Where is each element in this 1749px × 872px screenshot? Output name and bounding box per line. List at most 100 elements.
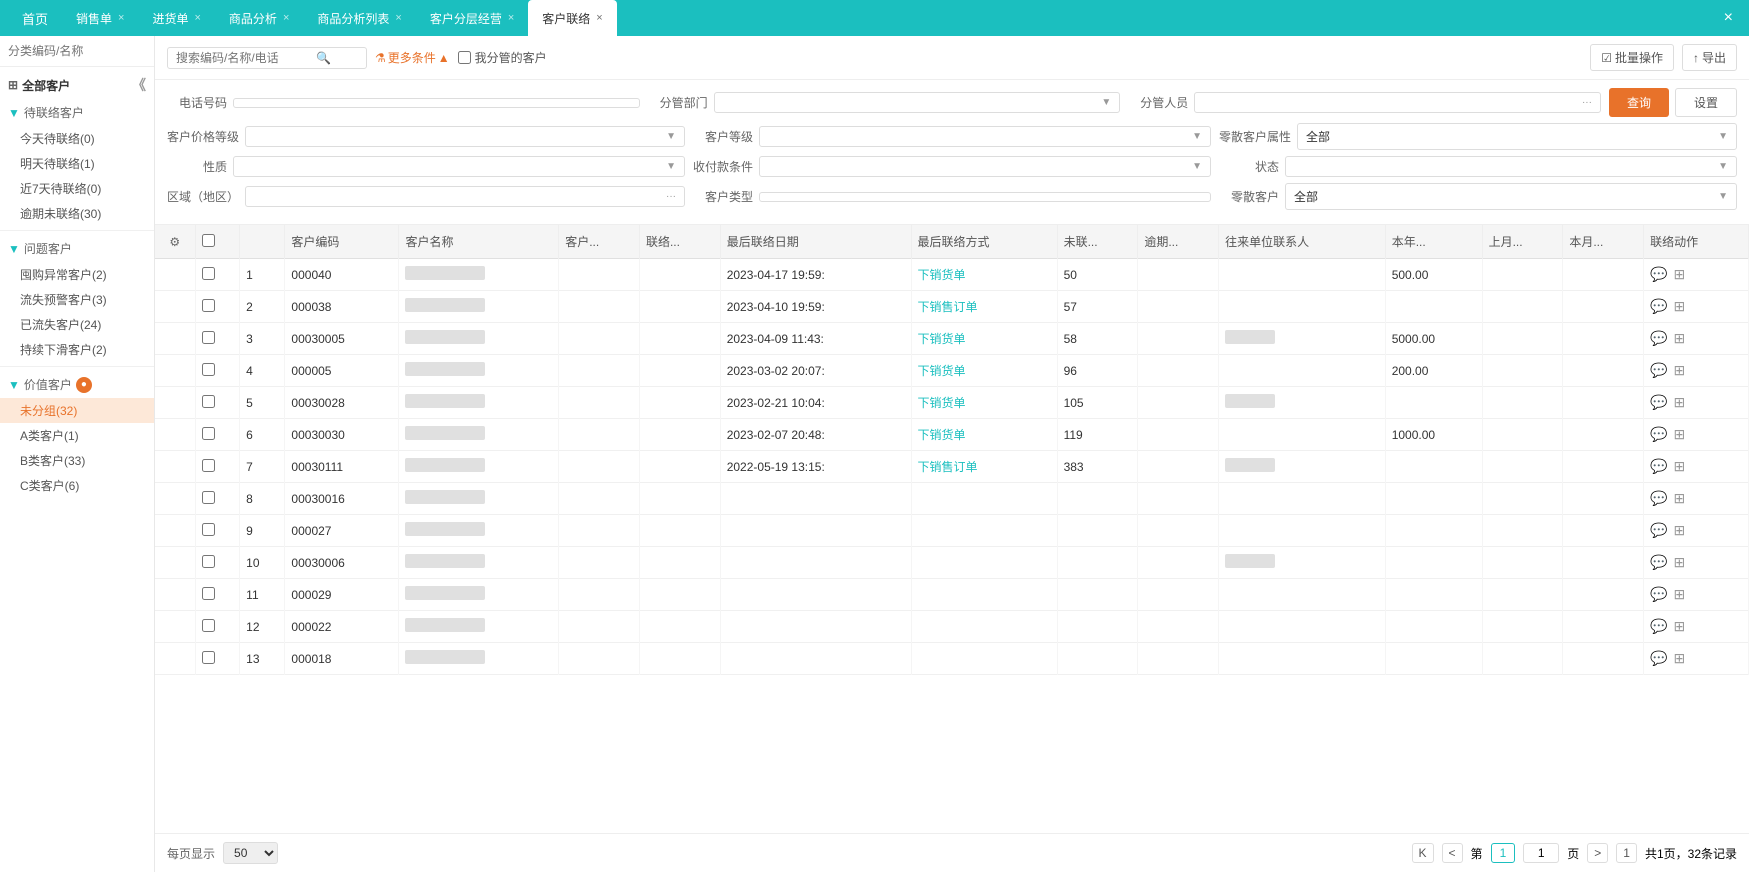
grid-action-icon[interactable]: ⊞: [1674, 266, 1686, 283]
comment-icon[interactable]: 💬: [1650, 362, 1667, 379]
row-checkbox[interactable]: [202, 523, 215, 536]
sidebar-group-pending[interactable]: ▼ 待联络客户: [0, 99, 154, 126]
grid-action-icon[interactable]: ⊞: [1674, 394, 1686, 411]
contact-method-link[interactable]: 下销售订单: [918, 300, 978, 314]
contact-column-header[interactable]: 联络...: [639, 225, 720, 259]
first-page-button[interactable]: K: [1412, 843, 1434, 863]
select-all-checkbox[interactable]: [202, 234, 215, 247]
contact-method-link[interactable]: 下销货单: [918, 268, 966, 282]
sidebar-item-churned[interactable]: 已流失客户(24): [0, 312, 154, 337]
settings-column-header[interactable]: ⚙: [155, 225, 195, 259]
batch-ops-button[interactable]: ☑ 批量操作: [1590, 44, 1674, 71]
phone-input[interactable]: [233, 98, 640, 108]
status-select[interactable]: ▼: [1285, 156, 1737, 177]
row-checkbox[interactable]: [202, 395, 215, 408]
sidebar-item-class-a[interactable]: A类客户(1): [0, 423, 154, 448]
nav-tab-product-list[interactable]: 商品分析列表 ×: [303, 0, 415, 36]
row-checkbox[interactable]: [202, 491, 215, 504]
checkbox-column-header[interactable]: [195, 225, 240, 259]
comment-icon[interactable]: 💬: [1650, 298, 1667, 315]
this-year-column-header[interactable]: 本年...: [1385, 225, 1482, 259]
nav-tab-segment[interactable]: 客户分层经营 ×: [416, 0, 528, 36]
nav-tab-product-analysis[interactable]: 商品分析 ×: [215, 0, 303, 36]
grid-action-icon[interactable]: ⊞: [1674, 554, 1686, 571]
row-checkbox[interactable]: [202, 459, 215, 472]
name-column-header[interactable]: 客户名称: [399, 225, 559, 259]
last-contact-date-column-header[interactable]: 最后联络日期: [720, 225, 911, 259]
close-icon[interactable]: ×: [508, 12, 514, 24]
company-contact-column-header[interactable]: 往来单位联系人: [1219, 225, 1386, 259]
row-checkbox[interactable]: [202, 363, 215, 376]
retail-select[interactable]: 全部▼: [1285, 183, 1737, 210]
sidebar-item-hoarding[interactable]: 囤购异常客户(2): [0, 262, 154, 287]
customer-level-select[interactable]: ▼: [759, 126, 1211, 147]
sidebar-search-input[interactable]: [8, 44, 155, 58]
comment-icon[interactable]: 💬: [1650, 490, 1667, 507]
prev-page-button[interactable]: <: [1442, 843, 1463, 863]
grid-action-icon[interactable]: ⊞: [1674, 298, 1686, 315]
my-customers-check[interactable]: [458, 51, 471, 64]
grid-action-icon[interactable]: ⊞: [1674, 458, 1686, 475]
no-contact-days-column-header[interactable]: 未联...: [1057, 225, 1138, 259]
comment-icon[interactable]: 💬: [1650, 330, 1667, 347]
comment-icon[interactable]: 💬: [1650, 650, 1667, 667]
next-page-button[interactable]: >: [1587, 843, 1608, 863]
page-size-select[interactable]: 50 100 200: [223, 842, 278, 864]
manager-select[interactable]: ···: [1194, 92, 1601, 113]
region-select[interactable]: ···: [245, 186, 685, 207]
row-checkbox[interactable]: [202, 619, 215, 632]
sidebar-group-value[interactable]: ▼ 价值客户 ●: [0, 371, 154, 398]
row-checkbox[interactable]: [202, 331, 215, 344]
contact-method-link[interactable]: 下销货单: [918, 396, 966, 410]
contact-method-link[interactable]: 下销售订单: [918, 460, 978, 474]
grid-action-icon[interactable]: ⊞: [1674, 522, 1686, 539]
sidebar-item-declining[interactable]: 持续下滑客户(2): [0, 337, 154, 362]
search-icon[interactable]: 🔍: [316, 51, 331, 65]
comment-icon[interactable]: 💬: [1650, 394, 1667, 411]
type-column-header[interactable]: 客户...: [559, 225, 640, 259]
grid-action-icon[interactable]: ⊞: [1674, 586, 1686, 603]
contact-method-link[interactable]: 下销货单: [918, 364, 966, 378]
payment-select[interactable]: ▼: [759, 156, 1211, 177]
grid-action-icon[interactable]: ⊞: [1674, 490, 1686, 507]
grid-action-icon[interactable]: ⊞: [1674, 330, 1686, 347]
reset-button[interactable]: 设置: [1675, 88, 1737, 117]
contact-method-link[interactable]: 下销货单: [918, 332, 966, 346]
more-conditions-button[interactable]: ⚗ 更多条件 ▲: [375, 49, 450, 66]
all-customers-header[interactable]: ⊞ 全部客户 《: [0, 67, 154, 99]
nav-tab-sales[interactable]: 销售单 ×: [62, 0, 138, 36]
sidebar-item-unclassified[interactable]: 未分组(32): [0, 398, 154, 423]
settings-icon[interactable]: ⚙: [169, 235, 180, 249]
nav-tab-contact[interactable]: 客户联络 ×: [528, 0, 616, 36]
row-checkbox[interactable]: [202, 299, 215, 312]
customer-type-select[interactable]: [759, 192, 1211, 202]
comment-icon[interactable]: 💬: [1650, 266, 1667, 283]
comment-icon[interactable]: 💬: [1650, 586, 1667, 603]
grid-action-icon[interactable]: ⊞: [1674, 618, 1686, 635]
close-icon[interactable]: ×: [283, 12, 289, 24]
search-input[interactable]: [176, 51, 316, 65]
last-month-column-header[interactable]: 上月...: [1482, 225, 1563, 259]
last-page-button[interactable]: 1: [1616, 843, 1637, 863]
close-icon[interactable]: ×: [118, 12, 124, 24]
code-column-header[interactable]: 客户编码: [285, 225, 399, 259]
retail-attr-select[interactable]: 全部▼: [1297, 123, 1737, 150]
comment-icon[interactable]: 💬: [1650, 426, 1667, 443]
sidebar-item-class-c[interactable]: C类客户(6): [0, 473, 154, 498]
close-icon[interactable]: ×: [194, 12, 200, 24]
row-checkbox[interactable]: [202, 587, 215, 600]
sidebar-item-overdue[interactable]: 逾期未联络(30): [0, 201, 154, 226]
sidebar-item-today[interactable]: 今天待联络(0): [0, 126, 154, 151]
nav-home[interactable]: 首页: [8, 9, 62, 28]
last-contact-method-column-header[interactable]: 最后联络方式: [911, 225, 1057, 259]
nav-tab-purchase[interactable]: 进货单 ×: [138, 0, 214, 36]
sidebar-item-tomorrow[interactable]: 明天待联络(1): [0, 151, 154, 176]
sidebar-item-class-b[interactable]: B类客户(33): [0, 448, 154, 473]
price-level-select[interactable]: ▼: [245, 126, 685, 147]
overdue-column-header[interactable]: 逾期...: [1138, 225, 1219, 259]
export-button[interactable]: ↑ 导出: [1682, 44, 1737, 71]
close-icon[interactable]: ×: [395, 12, 401, 24]
row-checkbox[interactable]: [202, 267, 215, 280]
sidebar-item-7days[interactable]: 近7天待联络(0): [0, 176, 154, 201]
grid-action-icon[interactable]: ⊞: [1674, 650, 1686, 667]
